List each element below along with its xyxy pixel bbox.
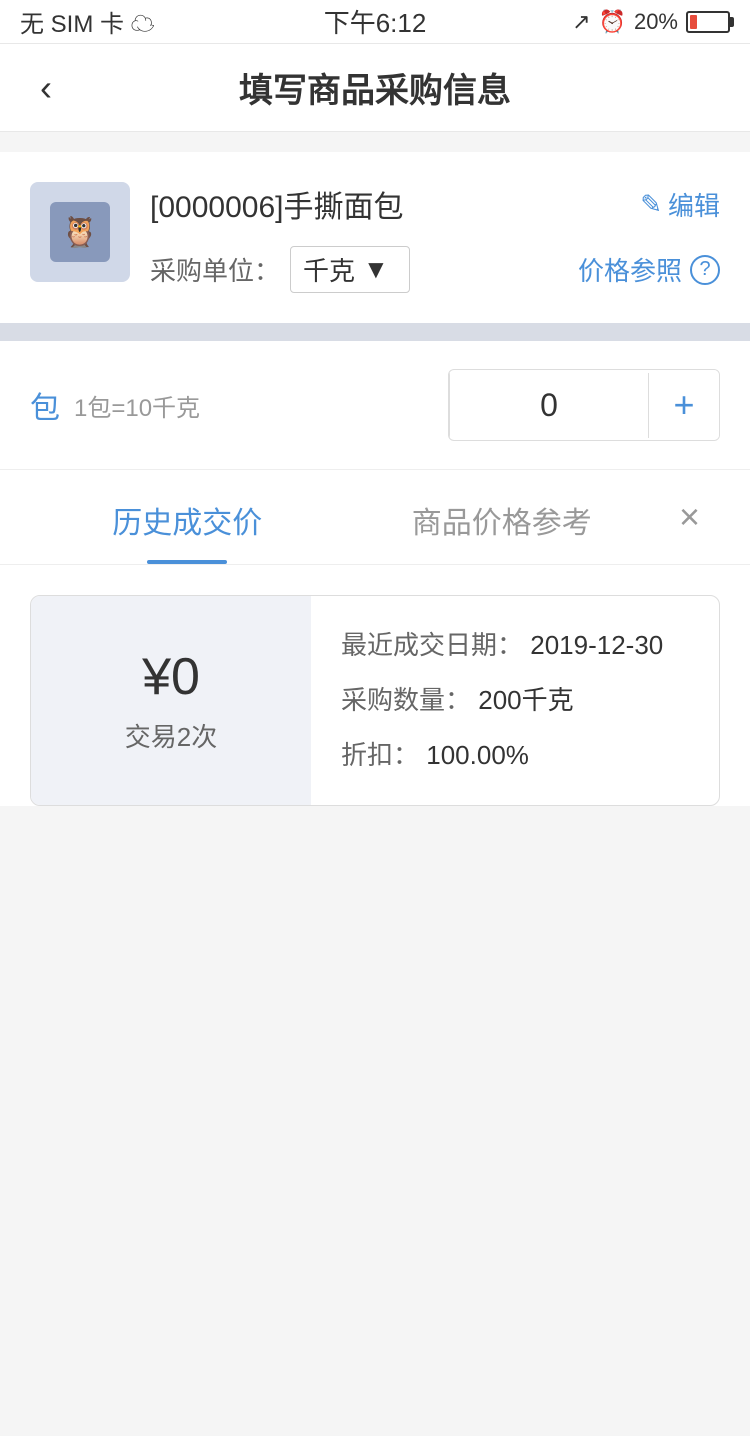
tab-history-price[interactable]: 历史成交价: [30, 470, 344, 564]
history-recent-date-value: 2019-12-30: [530, 630, 663, 660]
dropdown-arrow-icon: ▼: [363, 254, 389, 285]
product-info: [0000006]手撕面包 ✎ 编辑 采购单位： 千克 ▼ 价格参照 ?: [150, 182, 720, 293]
price-reference-panel: 历史成交价 商品价格参考 × ¥0 交易2次 最近成交日期： 2019-12-3…: [0, 470, 750, 806]
battery-percent: 20%: [634, 9, 678, 35]
history-discount-row: 折扣： 100.00%: [341, 736, 689, 775]
history-price-summary: ¥0 交易2次: [31, 596, 311, 805]
tab-product-label: 商品价格参考: [412, 507, 592, 540]
history-discount-value: 100.00%: [426, 740, 529, 770]
edit-label: 编辑: [668, 186, 720, 223]
history-details: 最近成交日期： 2019-12-30 采购数量： 200千克 折扣： 100.0…: [311, 596, 719, 805]
unit-label: 采购单位： 千克 ▼: [150, 246, 410, 293]
alarm-icon: ⏰: [599, 9, 626, 35]
quantity-value[interactable]: 0: [449, 373, 649, 438]
quantity-control: 0 +: [448, 369, 720, 441]
nav-icon: ↗: [572, 9, 590, 35]
edit-icon: ✎: [640, 189, 662, 220]
product-thumbnail: 🦉: [30, 182, 130, 282]
tab-history-label: 历史成交价: [112, 507, 262, 540]
page-title: 填写商品采购信息: [239, 63, 511, 112]
history-trade-count: 交易2次: [125, 717, 217, 754]
history-purchase-qty-row: 采购数量： 200千克: [341, 681, 689, 720]
panel-tabs: 历史成交价 商品价格参考 ×: [0, 470, 750, 565]
unit-select-dropdown[interactable]: 千克 ▼: [290, 246, 410, 293]
back-button[interactable]: ‹: [30, 60, 62, 116]
status-right: ↗ ⏰ 20%: [572, 9, 730, 35]
quantity-add-button[interactable]: +: [649, 370, 719, 440]
history-price-value: ¥0: [142, 647, 200, 707]
product-logo-icon: 🦉: [61, 215, 98, 250]
quantity-row: 包 1包=10千克 0 +: [0, 341, 750, 470]
product-name: [0000006]手撕面包: [150, 182, 403, 226]
unit-value: 千克: [303, 251, 355, 288]
sim-label: 无 SIM 卡 ☁: [20, 4, 155, 39]
battery-icon: [686, 11, 730, 33]
bottom-empty-area: [0, 836, 750, 1436]
package-description: 1包=10千克: [74, 388, 200, 423]
status-time: 下午6:12: [324, 3, 427, 40]
panel-close-button[interactable]: ×: [659, 489, 720, 545]
status-left: 无 SIM 卡 ☁: [20, 4, 155, 39]
unit-row: 采购单位： 千克 ▼ 价格参照 ?: [150, 246, 720, 293]
history-purchase-qty-value: 200千克: [478, 685, 573, 715]
package-label: 包: [30, 383, 60, 427]
history-purchase-qty-label: 采购数量：: [341, 685, 471, 715]
edit-button[interactable]: ✎ 编辑: [640, 186, 720, 223]
price-ref-help-icon: ?: [690, 255, 720, 285]
product-card: 🦉 [0000006]手撕面包 ✎ 编辑 采购单位： 千克 ▼ 价格参照 ?: [0, 152, 750, 323]
tab-active-indicator: [147, 560, 227, 564]
history-recent-date-row: 最近成交日期： 2019-12-30: [341, 626, 689, 665]
product-thumb-inner: 🦉: [50, 202, 110, 262]
price-reference-button[interactable]: 价格参照 ?: [578, 251, 720, 288]
nav-bar: ‹ 填写商品采购信息: [0, 44, 750, 132]
status-bar: 无 SIM 卡 ☁ 下午6:12 ↗ ⏰ 20%: [0, 0, 750, 44]
product-name-row: [0000006]手撕面包 ✎ 编辑: [150, 182, 720, 226]
history-discount-label: 折扣：: [341, 740, 419, 770]
history-recent-date-label: 最近成交日期：: [341, 630, 523, 660]
price-ref-label: 价格参照: [578, 251, 682, 288]
history-transaction-card: ¥0 交易2次 最近成交日期： 2019-12-30 采购数量： 200千克 折…: [30, 595, 720, 806]
package-unit: 包 1包=10千克: [30, 383, 200, 427]
section-divider: [0, 323, 750, 341]
tab-product-price[interactable]: 商品价格参考: [344, 470, 658, 564]
